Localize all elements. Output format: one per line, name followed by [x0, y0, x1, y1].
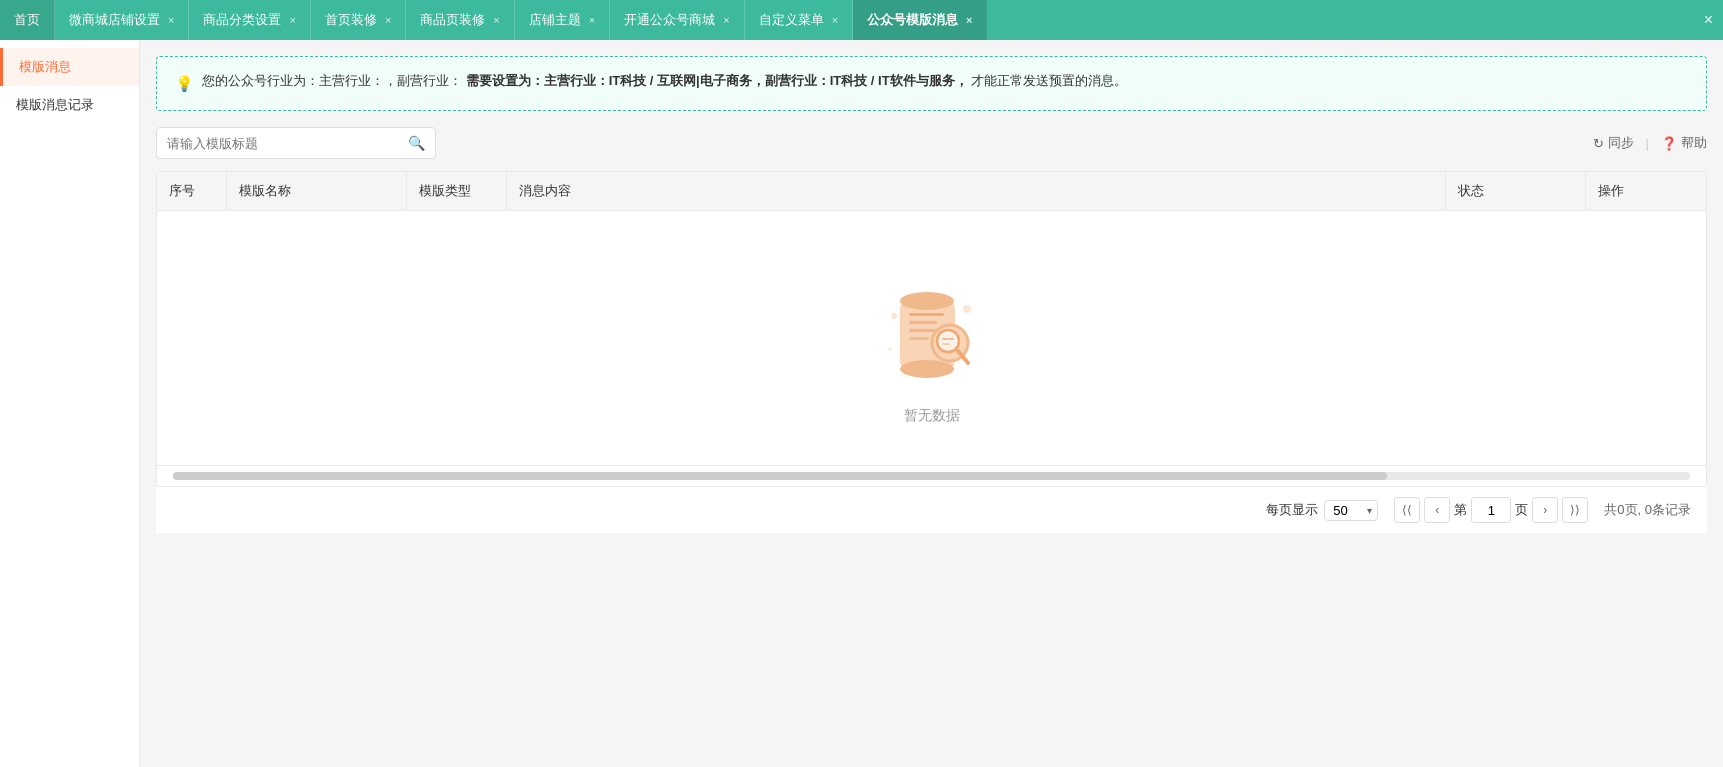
page-prefix-label: 第: [1454, 501, 1467, 519]
notice-box: 💡 您的公众号行业为：主营行业：，副营行业： 需要设置为：主营行业：IT科技 /…: [156, 56, 1707, 111]
page-summary: 共0页, 0条记录: [1604, 501, 1691, 519]
tab-template-msg[interactable]: 公众号模版消息 ×: [853, 0, 987, 40]
svg-point-9: [937, 330, 959, 352]
close-all-button[interactable]: ×: [1704, 11, 1713, 29]
next-page-button[interactable]: ›: [1532, 497, 1558, 523]
close-icon[interactable]: ×: [589, 14, 595, 26]
svg-point-2: [900, 292, 954, 310]
horizontal-scrollbar[interactable]: [173, 472, 1690, 480]
per-page-wrap: 50 20 100 ▾: [1324, 500, 1378, 521]
last-page-button[interactable]: ⟩⟩: [1562, 497, 1588, 523]
col-header-index: 序号: [157, 172, 227, 210]
table-header: 序号 模版名称 模版类型 消息内容 状态 操作: [157, 172, 1706, 211]
svg-rect-7: [909, 337, 929, 340]
search-input-wrap: 🔍: [156, 127, 436, 159]
close-icon[interactable]: ×: [832, 14, 838, 26]
sidebar-item-template-record[interactable]: 模版消息记录: [0, 86, 139, 124]
tab-store-theme[interactable]: 店铺主题 ×: [515, 0, 610, 40]
close-icon[interactable]: ×: [723, 14, 729, 26]
question-icon: ❓: [1661, 136, 1677, 151]
close-icon[interactable]: ×: [493, 14, 499, 26]
search-input[interactable]: [167, 136, 408, 151]
svg-rect-4: [909, 313, 944, 316]
col-header-name: 模版名称: [227, 172, 407, 210]
col-header-content: 消息内容: [507, 172, 1446, 210]
first-page-button[interactable]: ⟨⟨: [1394, 497, 1420, 523]
col-header-action: 操作: [1586, 172, 1706, 210]
top-actions: ↻ 同步 | ❓ 帮助: [1593, 134, 1707, 152]
svg-point-13: [891, 313, 897, 319]
tab-home-decor[interactable]: 首页装修 ×: [311, 0, 406, 40]
data-table: 序号 模版名称 模版类型 消息内容 状态 操作: [156, 171, 1707, 487]
page-controls: ⟨⟨ ‹ 第 页 › ⟩⟩: [1394, 497, 1588, 523]
pagination: 每页显示 50 20 100 ▾ ⟨⟨ ‹ 第 页 › ⟩⟩: [156, 487, 1707, 533]
tab-open-mall[interactable]: 开通公众号商城 ×: [610, 0, 744, 40]
close-icon[interactable]: ×: [385, 14, 391, 26]
tab-category[interactable]: 商品分类设置 ×: [189, 0, 310, 40]
per-page-select: 每页显示 50 20 100 ▾: [1266, 500, 1378, 521]
sidebar: 模版消息 模版消息记录: [0, 40, 140, 767]
lightbulb-icon: 💡: [175, 72, 194, 96]
page-input[interactable]: [1471, 497, 1511, 523]
tab-store-setting[interactable]: 微商城店铺设置 ×: [55, 0, 189, 40]
tab-product-decor[interactable]: 商品页装修 ×: [406, 0, 514, 40]
refresh-icon: ↻: [1593, 136, 1604, 151]
col-header-status: 状态: [1446, 172, 1586, 210]
sidebar-item-template-msg[interactable]: 模版消息: [0, 48, 139, 86]
search-area: 🔍 ↻ 同步 | ❓ 帮助: [156, 127, 1707, 159]
sync-button[interactable]: ↻ 同步: [1593, 134, 1634, 152]
svg-rect-11: [942, 338, 954, 340]
scrollbar-thumb[interactable]: [173, 472, 1387, 480]
svg-rect-5: [909, 321, 937, 324]
empty-state: 暂无数据: [157, 211, 1706, 465]
help-button[interactable]: ❓ 帮助: [1661, 134, 1707, 152]
tab-custom-menu[interactable]: 自定义菜单 ×: [745, 0, 853, 40]
per-page-dropdown[interactable]: 50 20 100: [1324, 500, 1378, 521]
divider: |: [1646, 136, 1649, 151]
notice-text: 您的公众号行业为：主营行业：，副营行业： 需要设置为：主营行业：IT科技 / 互…: [202, 71, 1127, 92]
svg-point-15: [888, 347, 892, 351]
page-unit-label: 页: [1515, 501, 1528, 519]
col-header-type: 模版类型: [407, 172, 507, 210]
close-icon[interactable]: ×: [289, 14, 295, 26]
content-area: 💡 您的公众号行业为：主营行业：，副营行业： 需要设置为：主营行业：IT科技 /…: [140, 40, 1723, 767]
search-icon[interactable]: 🔍: [408, 135, 425, 151]
scrollbar-area: [157, 465, 1706, 486]
svg-point-3: [900, 360, 954, 378]
close-icon[interactable]: ×: [966, 14, 972, 26]
svg-point-14: [963, 305, 971, 313]
per-page-label: 每页显示: [1266, 501, 1318, 519]
empty-illustration: [872, 271, 992, 391]
empty-text: 暂无数据: [904, 407, 960, 425]
prev-page-button[interactable]: ‹: [1424, 497, 1450, 523]
main-layout: 模版消息 模版消息记录 💡 您的公众号行业为：主营行业：，副营行业： 需要设置为…: [0, 40, 1723, 767]
close-icon[interactable]: ×: [168, 14, 174, 26]
tab-home[interactable]: 首页: [0, 0, 55, 40]
top-nav: 首页 微商城店铺设置 × 商品分类设置 × 首页装修 × 商品页装修 × 店铺主…: [0, 0, 1723, 40]
svg-rect-12: [942, 343, 950, 345]
